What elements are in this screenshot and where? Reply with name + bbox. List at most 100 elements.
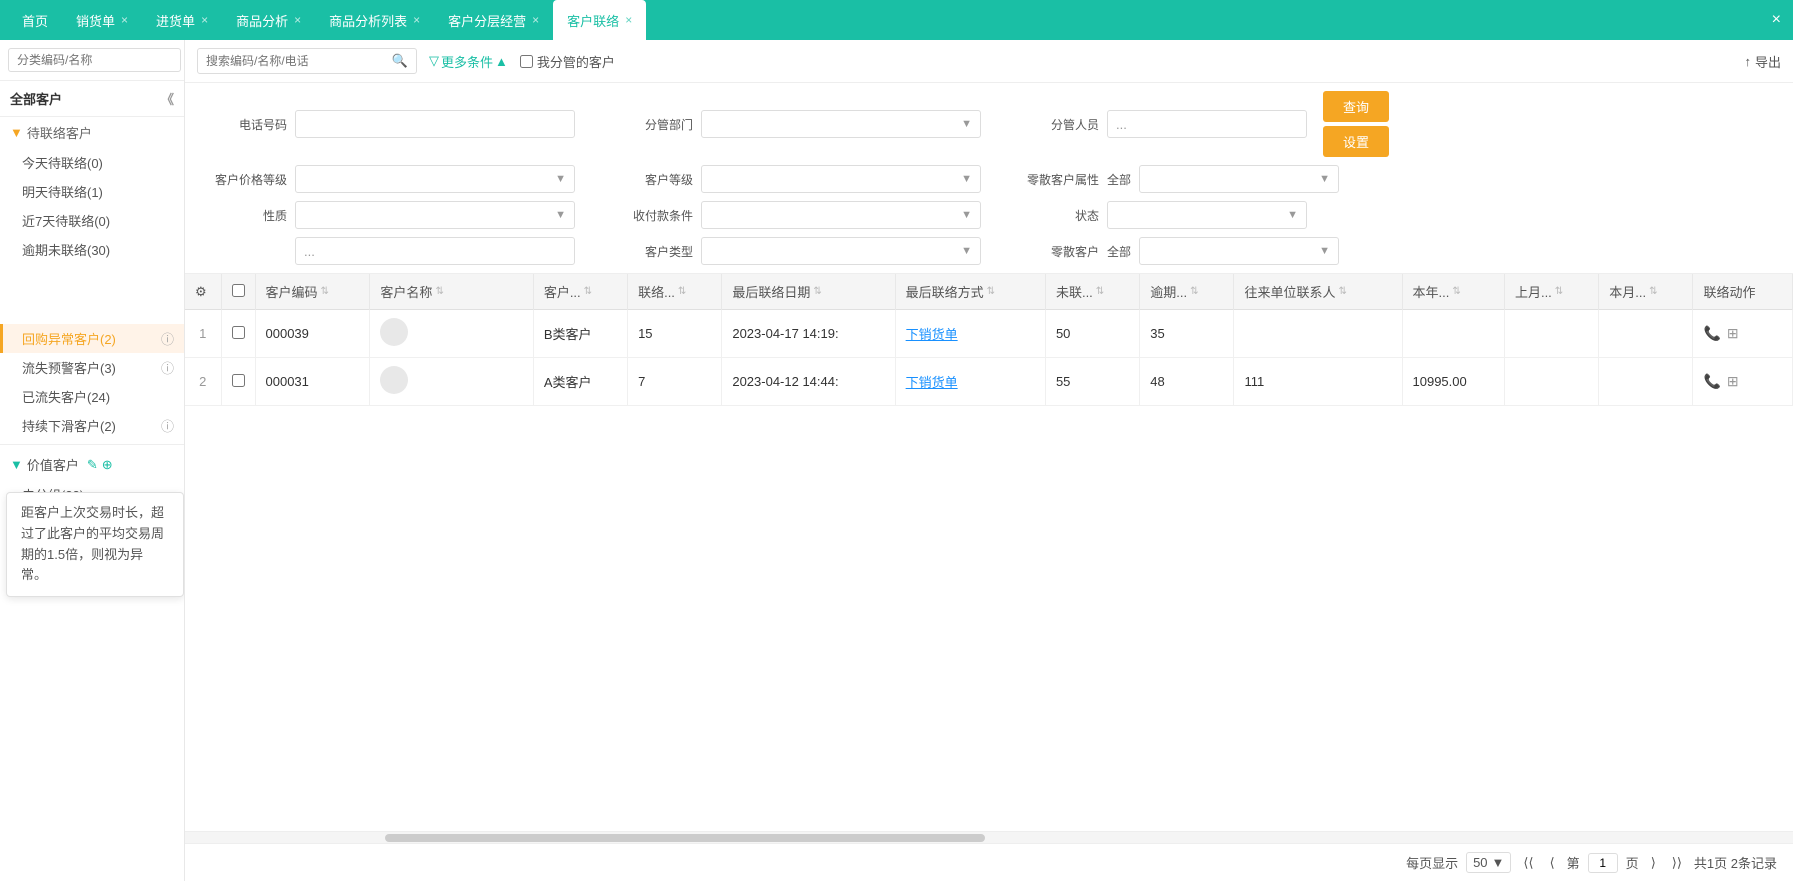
nav-tab-purchase[interactable]: 进货单 × bbox=[142, 0, 222, 40]
date-sort-icon[interactable]: ⇅ bbox=[813, 286, 821, 297]
filter-icon: ▽ bbox=[429, 53, 439, 69]
type-sort-icon[interactable]: ⇅ bbox=[584, 286, 592, 297]
close-sales-tab-icon[interactable]: × bbox=[121, 13, 128, 27]
close-all-tabs-button[interactable]: × bbox=[1772, 11, 1781, 29]
per-page-select[interactable]: 50 ▼ bbox=[1466, 852, 1511, 873]
row2-grid-icon[interactable]: ⊞ bbox=[1727, 373, 1739, 390]
status-select[interactable]: ▼ bbox=[1107, 201, 1307, 229]
close-customer-tier-tab-icon[interactable]: × bbox=[532, 13, 539, 27]
row2-checkbox[interactable] bbox=[232, 374, 245, 387]
overdue-sort-icon[interactable]: ⇅ bbox=[1190, 286, 1198, 297]
page-label: 第 bbox=[1567, 853, 1580, 872]
retail-attr-select[interactable]: ▼ bbox=[1139, 165, 1339, 193]
sidebar-item-declining[interactable]: 持续下滑客户(2) ⓘ bbox=[0, 411, 184, 440]
row1-last-contact-method[interactable]: 下销货单 bbox=[895, 310, 1045, 358]
more-conditions-button[interactable]: ▽ 更多条件 ▲ bbox=[429, 52, 508, 71]
name-sort-icon[interactable]: ⇅ bbox=[435, 286, 443, 297]
th-last-contact-method: 最后联络方式 ⇅ bbox=[895, 274, 1045, 310]
help-icon-3[interactable]: ⓘ bbox=[161, 416, 174, 435]
sidebar-search-input[interactable] bbox=[8, 48, 181, 72]
help-icon[interactable]: ⓘ bbox=[161, 329, 174, 348]
add-group-icon[interactable]: ⊕ bbox=[102, 457, 113, 473]
manager-input[interactable]: ... bbox=[1107, 110, 1307, 138]
customer-type-select[interactable]: ▼ bbox=[701, 237, 981, 265]
page-next-icon[interactable]: ⟩ bbox=[1647, 853, 1660, 873]
unit-sort-icon[interactable]: ⇅ bbox=[1339, 286, 1347, 297]
main-search-icon[interactable]: 🔍 bbox=[392, 53, 408, 69]
nav-tab-product-analysis-list[interactable]: 商品分析列表 × bbox=[315, 0, 434, 40]
nature-select[interactable]: ▼ bbox=[295, 201, 575, 229]
nav-tab-home[interactable]: 首页 bbox=[8, 0, 62, 40]
this-month-sort-icon[interactable]: ⇅ bbox=[1649, 286, 1657, 297]
phone-input[interactable] bbox=[295, 110, 575, 138]
horizontal-scrollbar[interactable] bbox=[185, 831, 1793, 843]
row2-phone-icon[interactable]: 📞 bbox=[1703, 373, 1720, 390]
phone-label: 电话号码 bbox=[197, 116, 287, 133]
contact-sort-icon[interactable]: ⇅ bbox=[678, 286, 686, 297]
th-checkbox[interactable] bbox=[221, 274, 255, 310]
sidebar-item-churn-warning[interactable]: 流失预警客户(3) ⓘ bbox=[0, 353, 184, 382]
sidebar-item-repurchase-anomaly[interactable]: 回购异常客户(2) ⓘ bbox=[0, 324, 184, 353]
select-all-checkbox[interactable] bbox=[232, 284, 245, 297]
sidebar-all-customers-header[interactable]: 全部客户 《 bbox=[0, 81, 184, 117]
page-number-input[interactable] bbox=[1588, 853, 1618, 873]
th-last-month: 上月... ⇅ bbox=[1504, 274, 1598, 310]
table-settings-icon[interactable]: ⚙ bbox=[195, 284, 207, 299]
sidebar-item-churned[interactable]: 已流失客户(24) bbox=[0, 382, 184, 411]
close-customer-contact-tab-icon[interactable]: × bbox=[625, 13, 632, 27]
th-settings[interactable]: ⚙ bbox=[185, 274, 221, 310]
nav-tab-customer-contact[interactable]: 客户联络 × bbox=[553, 0, 646, 40]
settings-button[interactable]: 设置 bbox=[1323, 126, 1389, 157]
main-search-input[interactable] bbox=[206, 54, 388, 68]
page-prev-first-icon[interactable]: ⟨⟨ bbox=[1519, 853, 1537, 873]
scroll-thumb[interactable] bbox=[385, 834, 985, 842]
sidebar-item-7day-pending[interactable]: 近7天待联络(0) bbox=[0, 206, 184, 235]
th-uncontacted: 未联... ⇅ bbox=[1045, 274, 1139, 310]
code-sort-icon[interactable]: ⇅ bbox=[321, 286, 329, 297]
edit-group-icon[interactable]: ✎ bbox=[87, 457, 98, 473]
sidebar-item-today-pending[interactable]: 今天待联络(0) bbox=[0, 148, 184, 177]
row1-checkbox-cell[interactable] bbox=[221, 310, 255, 358]
row1-phone-icon[interactable]: 📞 bbox=[1703, 325, 1720, 342]
close-purchase-tab-icon[interactable]: × bbox=[201, 13, 208, 27]
payment-terms-select[interactable]: ▼ bbox=[701, 201, 981, 229]
sidebar-value-customers-section[interactable]: ▼ 价值客户 ✎ ⊕ bbox=[0, 449, 184, 480]
close-product-analysis-list-tab-icon[interactable]: × bbox=[413, 13, 420, 27]
retail-customer-select[interactable]: ▼ bbox=[1139, 237, 1339, 265]
last-month-sort-icon[interactable]: ⇅ bbox=[1555, 286, 1563, 297]
my-customers-checkbox[interactable] bbox=[520, 55, 533, 68]
query-button[interactable]: 查询 bbox=[1323, 91, 1389, 122]
customer-grade-label: 客户等级 bbox=[603, 171, 693, 188]
nav-tab-sales[interactable]: 销货单 × bbox=[62, 0, 142, 40]
row2-checkbox-cell[interactable] bbox=[221, 358, 255, 406]
sidebar-pending-contact-section[interactable]: ▼ 待联络客户 bbox=[0, 117, 184, 148]
year-sort-icon[interactable]: ⇅ bbox=[1452, 286, 1460, 297]
page-next-last-icon[interactable]: ⟩⟩ bbox=[1668, 853, 1686, 873]
nav-tab-customer-tier[interactable]: 客户分层经营 × bbox=[434, 0, 553, 40]
conditions-arrow-icon: ▲ bbox=[495, 54, 508, 69]
close-product-analysis-tab-icon[interactable]: × bbox=[294, 13, 301, 27]
expanded-filter: 电话号码 分管部门 ▼ 分管人员 ... 查询 bbox=[185, 83, 1793, 274]
method-sort-icon[interactable]: ⇅ bbox=[987, 286, 995, 297]
help-icon-2[interactable]: ⓘ bbox=[161, 358, 174, 377]
table-container[interactable]: ⚙ 客户编码 ⇅ bbox=[185, 274, 1793, 831]
row1-checkbox[interactable] bbox=[232, 326, 245, 339]
price-grade-select[interactable]: ▼ bbox=[295, 165, 575, 193]
my-customers-checkbox-area[interactable]: 我分管的客户 bbox=[520, 52, 615, 71]
customer-grade-select[interactable]: ▼ bbox=[701, 165, 981, 193]
sidebar-collapse-icon[interactable]: 《 bbox=[161, 89, 174, 108]
per-page-dropdown-icon[interactable]: ▼ bbox=[1492, 855, 1505, 870]
dept-select[interactable]: ▼ bbox=[701, 110, 981, 138]
row4-extra-input[interactable]: ... bbox=[295, 237, 575, 265]
row1-grid-icon[interactable]: ⊞ bbox=[1727, 325, 1739, 342]
export-button[interactable]: ↑ 导出 bbox=[1744, 52, 1781, 71]
row1-last-month bbox=[1504, 310, 1598, 358]
nav-tab-product-analysis[interactable]: 商品分析 × bbox=[222, 0, 315, 40]
export-icon: ↑ bbox=[1744, 54, 1751, 69]
page-prev-icon[interactable]: ⟨ bbox=[1546, 853, 1559, 873]
row2-last-contact-method[interactable]: 下销货单 bbox=[895, 358, 1045, 406]
sidebar-item-overdue-uncontacted[interactable]: 逾期未联络(30) bbox=[0, 235, 184, 264]
sidebar-item-tomorrow-pending[interactable]: 明天待联络(1) bbox=[0, 177, 184, 206]
uncontacted-sort-icon[interactable]: ⇅ bbox=[1096, 286, 1104, 297]
customer-type-dropdown-icon: ▼ bbox=[961, 245, 972, 257]
